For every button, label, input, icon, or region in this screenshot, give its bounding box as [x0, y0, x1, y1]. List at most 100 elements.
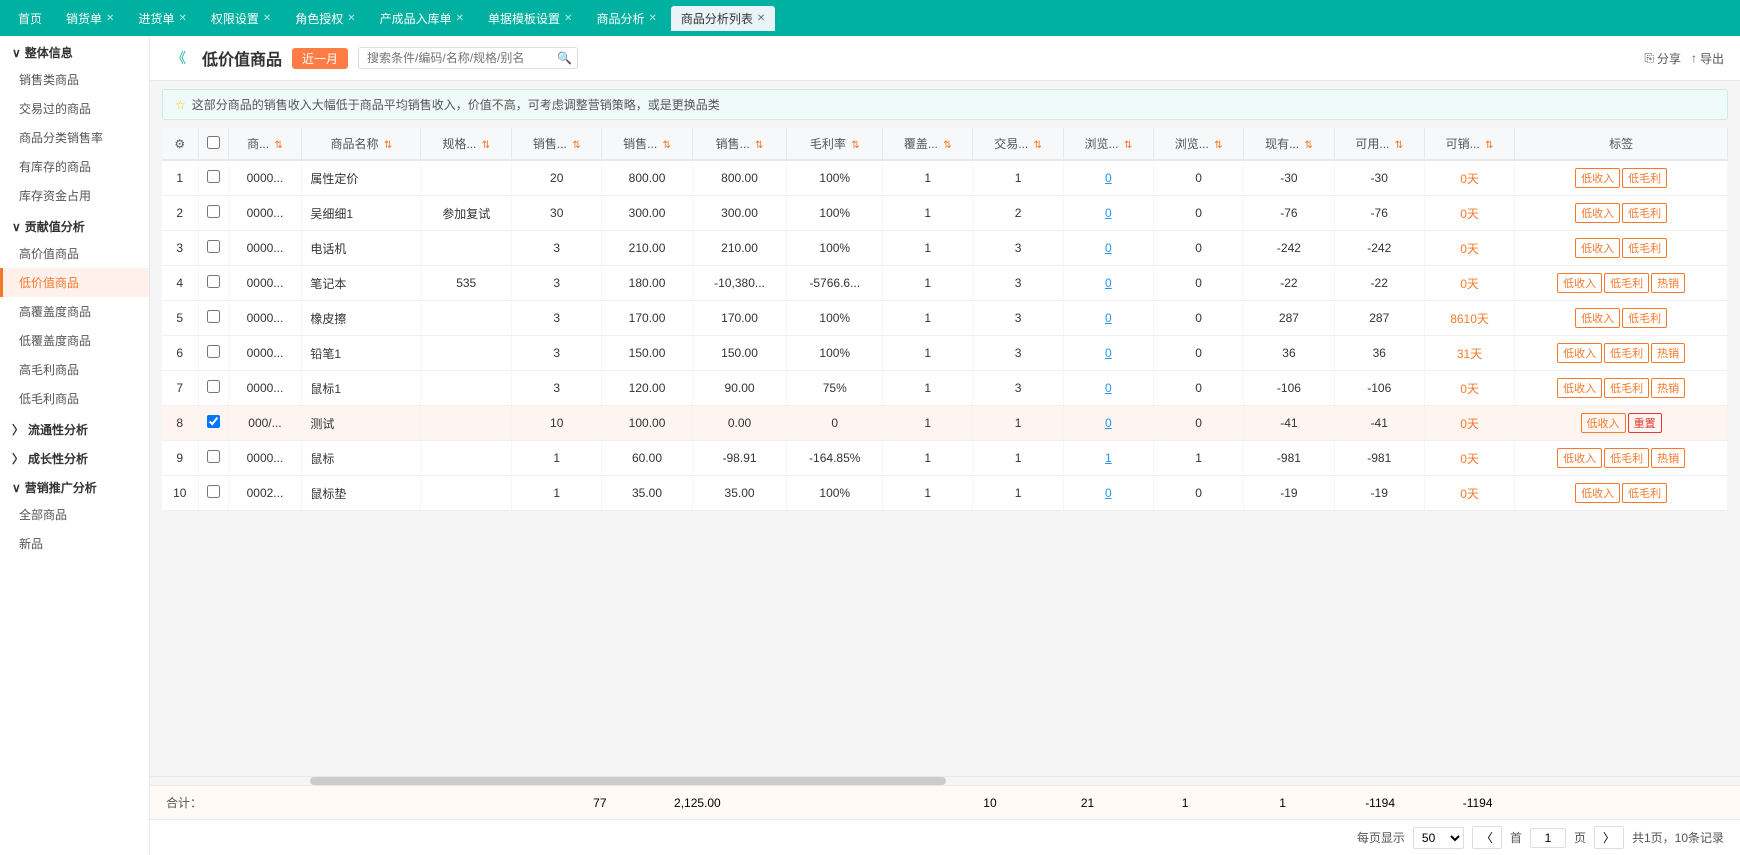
nav-template-settings[interactable]: 单据模板设置 ✕: [478, 6, 582, 31]
nav-close-icon[interactable]: ✕: [456, 13, 464, 24]
row-checkbox[interactable]: [207, 485, 220, 498]
cell-browse1[interactable]: 0: [1063, 231, 1153, 266]
nav-product-analysis[interactable]: 商品分析 ✕: [586, 6, 666, 31]
nav-role-auth[interactable]: 角色授权 ✕: [285, 6, 365, 31]
cell-browse1[interactable]: 0: [1063, 160, 1153, 196]
sidebar-item-low-value[interactable]: 低价值商品: [0, 268, 149, 297]
col-profit-rate[interactable]: 毛利率 ⇅: [787, 128, 883, 160]
row-checkbox[interactable]: [207, 380, 220, 393]
col-sale1[interactable]: 销售... ⇅: [512, 128, 602, 160]
row-checkbox[interactable]: [207, 275, 220, 288]
cell-checkbox[interactable]: [198, 301, 228, 336]
cell-checkbox[interactable]: [198, 371, 228, 406]
sidebar-item-stock-goods[interactable]: 有库存的商品: [0, 152, 149, 181]
search-input[interactable]: [358, 47, 578, 69]
cell-browse1[interactable]: 0: [1063, 266, 1153, 301]
cell-browse1[interactable]: 0: [1063, 476, 1153, 511]
nav-close-icon[interactable]: ✕: [106, 13, 114, 24]
row-checkbox[interactable]: [207, 205, 220, 218]
cell-browse1[interactable]: 0: [1063, 336, 1153, 371]
page-number-input[interactable]: [1530, 828, 1566, 848]
cell-browse1[interactable]: 0: [1063, 406, 1153, 441]
sidebar-group-marketing[interactable]: ∨ 营销推广分析: [0, 471, 149, 500]
col-available[interactable]: 可用... ⇅: [1334, 128, 1424, 160]
nav-product-analysis-list[interactable]: 商品分析列表 ✕: [671, 6, 775, 31]
export-btn[interactable]: ↑ 导出: [1691, 50, 1724, 67]
nav-close-icon[interactable]: ✕: [178, 13, 186, 24]
sidebar-group-contribution[interactable]: ∨ 贡献值分析: [0, 210, 149, 239]
row-checkbox[interactable]: [207, 415, 220, 428]
cell-available: -30: [1334, 160, 1424, 196]
cell-browse1[interactable]: 0: [1063, 301, 1153, 336]
col-sale3[interactable]: 销售... ⇅: [692, 128, 787, 160]
cell-browse1[interactable]: 1: [1063, 441, 1153, 476]
nav-close-icon[interactable]: ✕: [347, 13, 355, 24]
sidebar-item-low-coverage[interactable]: 低覆盖度商品: [0, 326, 149, 355]
collapse-sidebar-btn[interactable]: 《: [166, 46, 192, 70]
cell-coverage: 1: [883, 336, 973, 371]
cell-tags: 低收入低毛利热销: [1515, 336, 1728, 371]
col-sale2[interactable]: 销售... ⇅: [602, 128, 692, 160]
nav-sales-order[interactable]: 销货单 ✕: [56, 6, 124, 31]
filter-recent-btn[interactable]: 近一月: [292, 48, 348, 69]
col-name[interactable]: 商品名称 ⇅: [302, 128, 421, 160]
sidebar-item-category-sales-rate[interactable]: 商品分类销售率: [0, 123, 149, 152]
nav-purchase-order[interactable]: 进货单 ✕: [128, 6, 196, 31]
sidebar-item-new-goods[interactable]: 新品: [0, 529, 149, 558]
col-settings[interactable]: ⚙: [162, 128, 198, 160]
next-page-btn[interactable]: 〉: [1594, 826, 1624, 849]
cell-checkbox[interactable]: [198, 336, 228, 371]
cell-checkbox[interactable]: [198, 476, 228, 511]
col-trade[interactable]: 交易... ⇅: [973, 128, 1063, 160]
nav-permission[interactable]: 权限设置 ✕: [201, 6, 281, 31]
cell-browse1[interactable]: 0: [1063, 196, 1153, 231]
row-checkbox[interactable]: [207, 240, 220, 253]
row-checkbox[interactable]: [207, 310, 220, 323]
sidebar-item-high-profit[interactable]: 高毛利商品: [0, 355, 149, 384]
col-code[interactable]: 商... ⇅: [228, 128, 302, 160]
cell-name: 吴细细1: [302, 196, 421, 231]
sidebar-item-sales-goods[interactable]: 销售类商品: [0, 65, 149, 94]
col-spec[interactable]: 规格... ⇅: [421, 128, 512, 160]
row-checkbox[interactable]: [207, 450, 220, 463]
prev-page-btn[interactable]: 〈: [1472, 826, 1502, 849]
col-sellable[interactable]: 可销... ⇅: [1424, 128, 1514, 160]
cell-checkbox[interactable]: [198, 196, 228, 231]
share-btn[interactable]: ⎘ 分享: [1644, 50, 1681, 67]
nav-close-icon[interactable]: ✕: [263, 13, 271, 24]
cell-checkbox[interactable]: [198, 441, 228, 476]
sidebar-group-growth[interactable]: 〉 成长性分析: [0, 442, 149, 471]
cell-checkbox[interactable]: [198, 406, 228, 441]
sidebar-item-stock-fund[interactable]: 库存资金占用: [0, 181, 149, 210]
cell-checkbox[interactable]: [198, 231, 228, 266]
sidebar-item-traded-goods[interactable]: 交易过的商品: [0, 94, 149, 123]
sidebar-item-high-coverage[interactable]: 高覆盖度商品: [0, 297, 149, 326]
nav-close-icon[interactable]: ✕: [757, 13, 765, 24]
cell-sale1: 20: [512, 160, 602, 196]
search-icon[interactable]: 🔍: [557, 51, 572, 65]
sidebar-group-flow[interactable]: 〉 流通性分析: [0, 413, 149, 442]
sidebar-item-all-goods[interactable]: 全部商品: [0, 500, 149, 529]
nav-home[interactable]: 首页: [8, 6, 52, 31]
scrollbar-area[interactable]: [150, 777, 1740, 785]
scrollbar-thumb[interactable]: [310, 777, 946, 785]
nav-close-icon[interactable]: ✕: [648, 13, 656, 24]
col-browse2[interactable]: 浏览... ⇅: [1154, 128, 1244, 160]
sidebar-item-low-profit[interactable]: 低毛利商品: [0, 384, 149, 413]
cell-name: 铅笔1: [302, 336, 421, 371]
row-checkbox[interactable]: [207, 170, 220, 183]
row-checkbox[interactable]: [207, 345, 220, 358]
nav-close-icon[interactable]: ✕: [564, 13, 572, 24]
col-coverage[interactable]: 覆盖... ⇅: [883, 128, 973, 160]
select-all-checkbox[interactable]: [207, 136, 220, 149]
sidebar-group-overall[interactable]: ∨ 整体信息: [0, 36, 149, 65]
cell-checkbox[interactable]: [198, 266, 228, 301]
cell-browse1[interactable]: 0: [1063, 371, 1153, 406]
per-page-select[interactable]: 50 100 200: [1413, 827, 1464, 849]
col-current-stock[interactable]: 现有... ⇅: [1244, 128, 1334, 160]
cell-checkbox[interactable]: [198, 160, 228, 196]
tag: 低收入: [1575, 238, 1620, 258]
col-browse1[interactable]: 浏览... ⇅: [1063, 128, 1153, 160]
sidebar-item-high-value[interactable]: 高价值商品: [0, 239, 149, 268]
nav-product-instock[interactable]: 产成品入库单 ✕: [370, 6, 474, 31]
